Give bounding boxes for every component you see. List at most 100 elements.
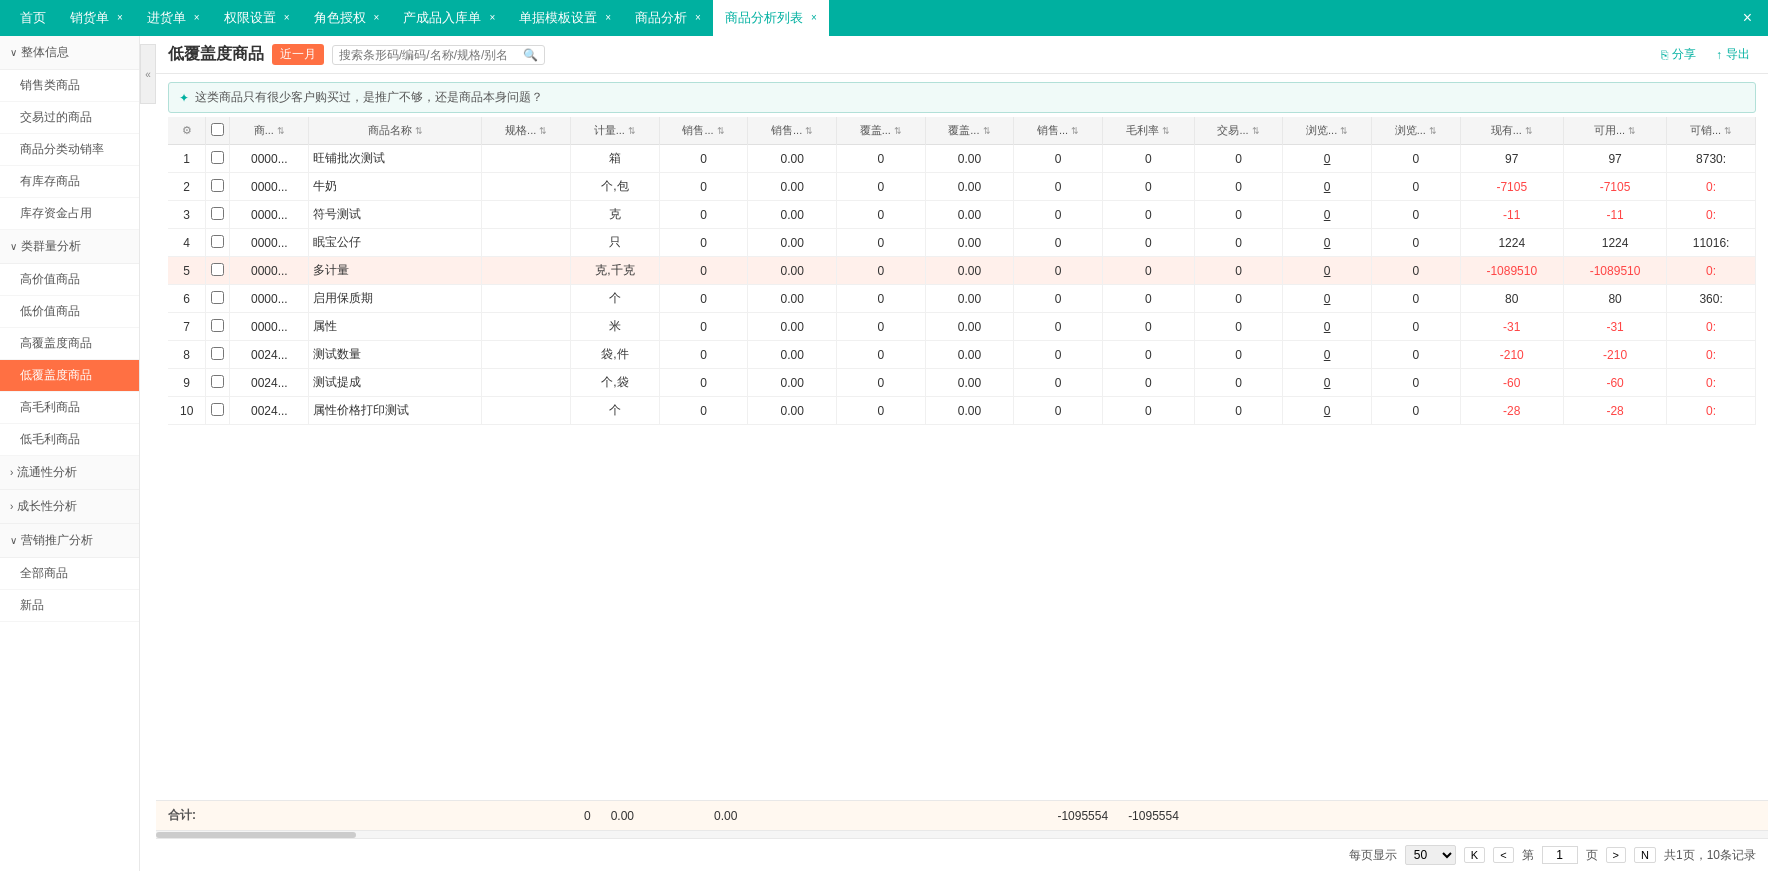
row-browse1[interactable]: 0 <box>1283 201 1372 229</box>
row-sales-qty: 0 <box>659 285 748 313</box>
sort-code-icon[interactable]: ⇅ <box>277 126 285 136</box>
nav-close-template[interactable]: × <box>605 0 611 36</box>
nav-item-product[interactable]: 产成品入库单 × <box>391 0 507 36</box>
sort-browse2-icon[interactable]: ⇅ <box>1429 126 1437 136</box>
sidebar-item-low-value[interactable]: 低价值商品 <box>0 296 139 328</box>
sidebar-item-low-coverage[interactable]: 低覆盖度商品 <box>0 360 139 392</box>
sort-name-icon[interactable]: ⇅ <box>415 126 423 136</box>
row-browse1[interactable]: 0 <box>1283 229 1372 257</box>
row-sales-qty: 0 <box>659 313 748 341</box>
sidebar-item-stock-fund[interactable]: 库存资金占用 <box>0 198 139 230</box>
page-number-input[interactable] <box>1542 846 1578 864</box>
sort-trade-icon[interactable]: ⇅ <box>1252 126 1260 136</box>
period-button[interactable]: 近一月 <box>272 44 324 65</box>
sidebar-item-in-stock[interactable]: 有库存商品 <box>0 166 139 198</box>
row-name: 测试提成 <box>309 369 482 397</box>
row-spec <box>482 229 571 257</box>
nav-item-template[interactable]: 单据模板设置 × <box>507 0 623 36</box>
sidebar-item-high-profit[interactable]: 高毛利商品 <box>0 392 139 424</box>
nav-close-purchase[interactable]: × <box>194 0 200 36</box>
row-browse1[interactable]: 0 <box>1283 313 1372 341</box>
nav-item-analysis-list[interactable]: 商品分析列表 × <box>713 0 829 36</box>
sort-cover1-icon[interactable]: ⇅ <box>894 126 902 136</box>
first-page-button[interactable]: K <box>1464 847 1485 863</box>
row-checkbox[interactable] <box>211 207 224 220</box>
sort-current-icon[interactable]: ⇅ <box>1525 126 1533 136</box>
next-page-button[interactable]: > <box>1606 847 1626 863</box>
row-checkbox[interactable] <box>211 375 224 388</box>
nav-close-analysis-list[interactable]: × <box>811 0 817 36</box>
sidebar-item-high-coverage[interactable]: 高覆盖度商品 <box>0 328 139 360</box>
sidebar-section-growth[interactable]: › 成长性分析 <box>0 490 139 524</box>
sort-unit-icon[interactable]: ⇅ <box>628 126 636 136</box>
sidebar-item-all-goods[interactable]: 全部商品 <box>0 558 139 590</box>
sort-cover2-icon[interactable]: ⇅ <box>983 126 991 136</box>
sidebar-section-marketing[interactable]: ∨ 营销推广分析 <box>0 524 139 558</box>
nav-item-sales[interactable]: 销货单 × <box>58 0 135 36</box>
row-name: 启用保质期 <box>309 285 482 313</box>
row-checkbox[interactable] <box>211 151 224 164</box>
sidebar-section-circulation[interactable]: › 流通性分析 <box>0 456 139 490</box>
settings-icon[interactable]: ⚙ <box>182 124 192 136</box>
search-input[interactable] <box>339 48 519 62</box>
row-browse1[interactable]: 0 <box>1283 173 1372 201</box>
row-checkbox[interactable] <box>211 235 224 248</box>
sidebar-collapse-button[interactable]: « <box>140 44 156 104</box>
row-checkbox[interactable] <box>211 403 224 416</box>
sidebar-item-new-goods[interactable]: 新品 <box>0 590 139 622</box>
nav-close-analysis[interactable]: × <box>695 0 701 36</box>
nav-close-product[interactable]: × <box>489 0 495 36</box>
share-button[interactable]: ⎘ 分享 <box>1655 44 1702 65</box>
row-current-stock: -7105 <box>1460 173 1563 201</box>
th-settings[interactable]: ⚙ <box>168 117 206 145</box>
nav-close-role[interactable]: × <box>374 0 380 36</box>
select-all-checkbox[interactable] <box>211 123 224 136</box>
row-checkbox[interactable] <box>211 263 224 276</box>
row-checkbox[interactable] <box>211 179 224 192</box>
row-browse1[interactable]: 0 <box>1283 397 1372 425</box>
row-checkbox[interactable] <box>211 347 224 360</box>
sidebar-item-category-rate[interactable]: 商品分类动销率 <box>0 134 139 166</box>
row-current-stock: 80 <box>1460 285 1563 313</box>
sidebar-item-low-profit[interactable]: 低毛利商品 <box>0 424 139 456</box>
nav-item-home[interactable]: 首页 <box>8 0 58 36</box>
row-sellable: 0: <box>1667 313 1756 341</box>
row-browse1[interactable]: 0 <box>1283 285 1372 313</box>
nav-item-purchase[interactable]: 进货单 × <box>135 0 212 36</box>
sort-gross-icon[interactable]: ⇅ <box>1162 126 1170 136</box>
nav-item-permission[interactable]: 权限设置 × <box>212 0 302 36</box>
row-unit: 袋,件 <box>571 341 660 369</box>
export-button[interactable]: ↑ 导出 <box>1710 44 1756 65</box>
nav-close-sales[interactable]: × <box>117 0 123 36</box>
nav-item-role[interactable]: 角色授权 × <box>302 0 392 36</box>
table-row: 9 0024... 测试提成 个,袋 0 0.00 0 0.00 0 0 0 0… <box>168 369 1756 397</box>
sidebar-item-high-value[interactable]: 高价值商品 <box>0 264 139 296</box>
sort-available-icon[interactable]: ⇅ <box>1628 126 1636 136</box>
sort-sales3-icon[interactable]: ⇅ <box>1071 126 1079 136</box>
sidebar-section-cluster[interactable]: ∨ 类群量分析 <box>0 230 139 264</box>
sort-sales-amt-icon[interactable]: ⇅ <box>805 126 813 136</box>
row-checkbox[interactable] <box>211 319 224 332</box>
sidebar-section-overall[interactable]: ∨ 整体信息 <box>0 36 139 70</box>
row-current-stock: -210 <box>1460 341 1563 369</box>
window-close-button[interactable]: × <box>1735 9 1760 27</box>
sidebar-item-traded-goods[interactable]: 交易过的商品 <box>0 102 139 134</box>
sort-sellable-icon[interactable]: ⇅ <box>1724 126 1732 136</box>
horizontal-scrollbar[interactable] <box>156 830 1768 838</box>
last-page-button[interactable]: N <box>1634 847 1656 863</box>
sort-browse1-icon[interactable]: ⇅ <box>1340 126 1348 136</box>
per-page-select[interactable]: 50 20 100 <box>1405 845 1456 865</box>
prev-page-button[interactable]: < <box>1493 847 1513 863</box>
row-browse1[interactable]: 0 <box>1283 369 1372 397</box>
nav-close-permission[interactable]: × <box>284 0 290 36</box>
row-browse1[interactable]: 0 <box>1283 257 1372 285</box>
sort-spec-icon[interactable]: ⇅ <box>539 126 547 136</box>
row-trade: 0 <box>1194 285 1283 313</box>
row-browse1[interactable]: 0 <box>1283 145 1372 173</box>
row-browse1[interactable]: 0 <box>1283 341 1372 369</box>
row-checkbox[interactable] <box>211 291 224 304</box>
sort-sales-qty-icon[interactable]: ⇅ <box>717 126 725 136</box>
nav-item-analysis[interactable]: 商品分析 × <box>623 0 713 36</box>
sidebar-item-sales-goods[interactable]: 销售类商品 <box>0 70 139 102</box>
tip-text: 这类商品只有很少客户购买过，是推广不够，还是商品本身问题？ <box>195 89 543 106</box>
